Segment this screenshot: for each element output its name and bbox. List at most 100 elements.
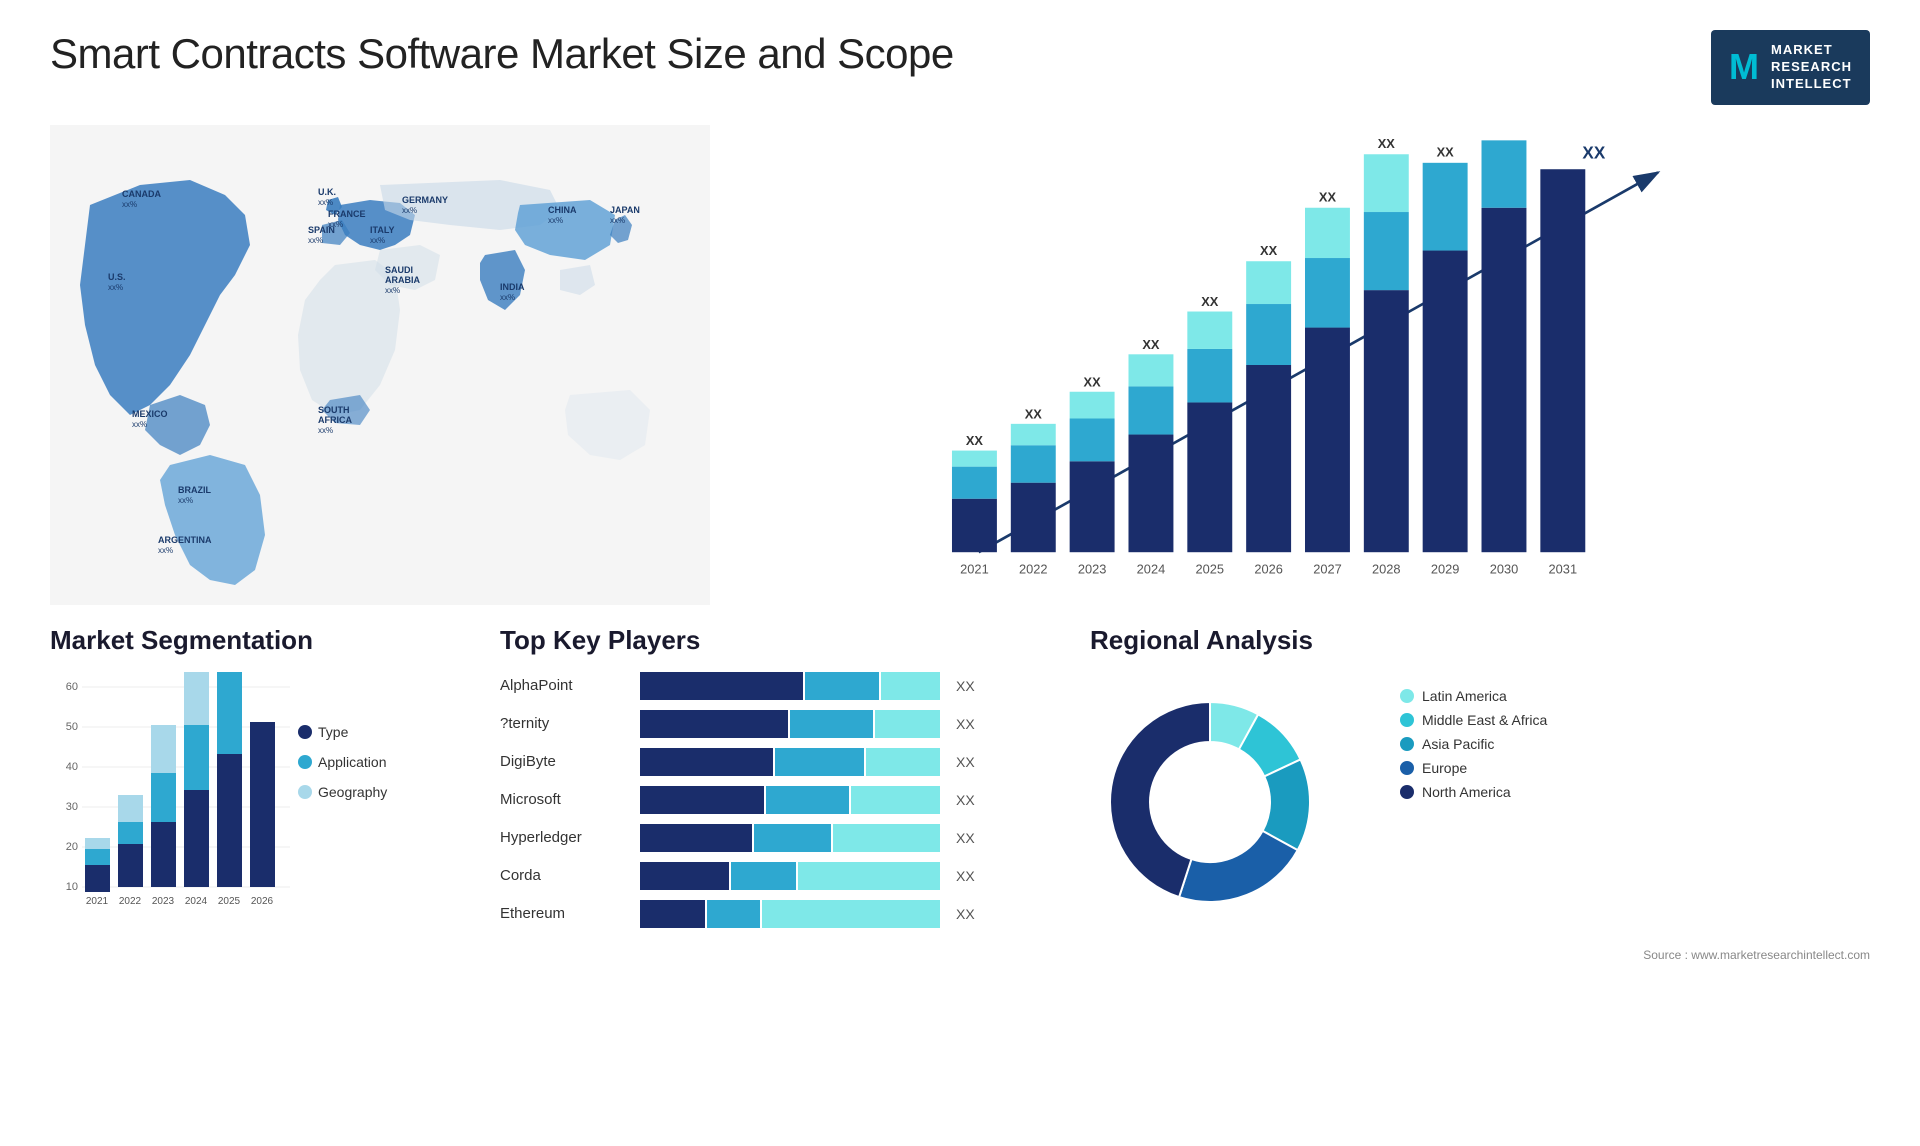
svg-text:ITALY: ITALY <box>370 225 395 235</box>
svg-text:Application: Application <box>318 754 387 770</box>
bottom-grid: Market Segmentation 60 50 40 30 20 10 <box>50 625 1870 938</box>
logo-text: MARKET RESEARCH INTELLECT <box>1771 42 1852 93</box>
svg-text:2023: 2023 <box>1078 561 1107 576</box>
svg-text:2023: 2023 <box>152 896 175 907</box>
player-row: DigiByte XX <box>500 748 1060 776</box>
donut-legend-item: Europe <box>1400 760 1547 776</box>
player-bar <box>640 672 940 700</box>
svg-text:xx%: xx% <box>500 293 515 302</box>
svg-text:2029: 2029 <box>1431 561 1460 576</box>
donut-legend-label: Europe <box>1422 760 1467 776</box>
segmentation-section: Market Segmentation 60 50 40 30 20 10 <box>50 625 470 938</box>
donut-svg <box>1090 672 1370 932</box>
player-bar <box>640 710 940 738</box>
svg-text:xx%: xx% <box>402 206 417 215</box>
svg-text:60: 60 <box>66 681 78 693</box>
svg-text:xx%: xx% <box>370 236 385 245</box>
donut-legend-label: Latin America <box>1422 688 1507 704</box>
svg-text:U.S.: U.S. <box>108 272 126 282</box>
svg-text:20: 20 <box>66 841 78 853</box>
header: Smart Contracts Software Market Size and… <box>50 30 1870 105</box>
donut-legend-dot <box>1400 737 1414 751</box>
svg-text:XX: XX <box>966 433 984 448</box>
player-name: DigiByte <box>500 753 630 770</box>
svg-text:xx%: xx% <box>108 283 123 292</box>
svg-text:xx%: xx% <box>610 216 625 225</box>
page-title: Smart Contracts Software Market Size and… <box>50 30 954 78</box>
player-name: Hyperledger <box>500 829 630 846</box>
svg-text:BRAZIL: BRAZIL <box>178 485 211 495</box>
player-name: ?ternity <box>500 715 630 732</box>
donut-legend-item: Asia Pacific <box>1400 736 1547 752</box>
player-value: XX <box>956 906 975 922</box>
player-row: Ethereum XX <box>500 900 1060 928</box>
svg-text:SPAIN: SPAIN <box>308 225 335 235</box>
svg-text:2026: 2026 <box>1254 561 1283 576</box>
svg-text:2021: 2021 <box>86 896 109 907</box>
player-bar <box>640 900 940 928</box>
player-value: XX <box>956 678 975 694</box>
svg-text:U.K.: U.K. <box>318 187 336 197</box>
player-name: Ethereum <box>500 905 630 922</box>
svg-text:XX: XX <box>1260 242 1278 257</box>
segmentation-title: Market Segmentation <box>50 625 470 656</box>
player-row: AlphaPoint XX <box>500 672 1060 700</box>
players-section: Top Key Players AlphaPoint XX ?ternity X… <box>500 625 1060 938</box>
svg-text:2027: 2027 <box>1313 561 1342 576</box>
svg-text:xx%: xx% <box>158 546 173 555</box>
donut-legend-item: Middle East & Africa <box>1400 712 1547 728</box>
player-row: ?ternity XX <box>500 710 1060 738</box>
donut-legend-label: North America <box>1422 784 1511 800</box>
svg-text:SOUTH: SOUTH <box>318 405 350 415</box>
player-row: Hyperledger XX <box>500 824 1060 852</box>
player-bar <box>640 786 940 814</box>
svg-text:JAPAN: JAPAN <box>610 205 640 215</box>
donut-segment <box>1179 831 1298 902</box>
world-map: CANADA xx% U.S. xx% MEXICO xx% BRAZIL xx… <box>50 125 710 605</box>
donut-legend-item: North America <box>1400 784 1547 800</box>
svg-text:10: 10 <box>66 881 78 893</box>
svg-text:ARABIA: ARABIA <box>385 275 420 285</box>
donut-legend: Latin America Middle East & Africa Asia … <box>1400 688 1547 800</box>
donut-legend-dot <box>1400 785 1414 799</box>
player-value: XX <box>956 716 975 732</box>
logo-m-icon: M <box>1729 49 1759 85</box>
logo-container: M MARKET RESEARCH INTELLECT <box>1711 30 1870 105</box>
svg-text:SAUDI: SAUDI <box>385 265 413 275</box>
svg-text:INDIA: INDIA <box>500 282 525 292</box>
player-value: XX <box>956 792 975 808</box>
svg-text:2031: 2031 <box>1549 561 1578 576</box>
player-bar <box>640 748 940 776</box>
svg-text:xx%: xx% <box>318 198 333 207</box>
player-bar <box>640 824 940 852</box>
svg-text:XX: XX <box>1495 135 1513 138</box>
svg-text:ARGENTINA: ARGENTINA <box>158 535 212 545</box>
bar-chart-svg: XX 2021 XX 2022 XX 2023 <box>760 135 1850 595</box>
svg-text:CHINA: CHINA <box>548 205 577 215</box>
source-text: Source : www.marketresearchintellect.com <box>50 948 1870 962</box>
svg-text:2026: 2026 <box>251 896 274 907</box>
player-value: XX <box>956 830 975 846</box>
page-container: Smart Contracts Software Market Size and… <box>0 0 1920 1146</box>
svg-text:GERMANY: GERMANY <box>402 195 448 205</box>
svg-text:2024: 2024 <box>1137 561 1166 576</box>
svg-text:xx%: xx% <box>132 420 147 429</box>
svg-text:2021: 2021 <box>960 561 989 576</box>
svg-text:XX: XX <box>1437 144 1455 159</box>
player-value: XX <box>956 868 975 884</box>
players-list: AlphaPoint XX ?ternity XX DigiByte XX Mi… <box>500 672 1060 928</box>
map-svg: CANADA xx% U.S. xx% MEXICO xx% BRAZIL xx… <box>50 125 710 605</box>
players-title: Top Key Players <box>500 625 1060 656</box>
svg-text:Type: Type <box>318 724 349 740</box>
donut-legend-dot <box>1400 689 1414 703</box>
svg-text:xx%: xx% <box>548 216 563 225</box>
svg-text:2028: 2028 <box>1372 561 1401 576</box>
svg-text:xx%: xx% <box>385 286 400 295</box>
donut-legend-label: Asia Pacific <box>1422 736 1494 752</box>
svg-text:XX: XX <box>1378 136 1396 151</box>
seg-chart-svg: 60 50 40 30 20 10 2021 <box>50 672 430 912</box>
regional-wrapper: Latin America Middle East & Africa Asia … <box>1090 672 1870 932</box>
svg-text:MEXICO: MEXICO <box>132 409 168 419</box>
svg-text:40: 40 <box>66 761 78 773</box>
svg-text:2025: 2025 <box>1196 561 1225 576</box>
